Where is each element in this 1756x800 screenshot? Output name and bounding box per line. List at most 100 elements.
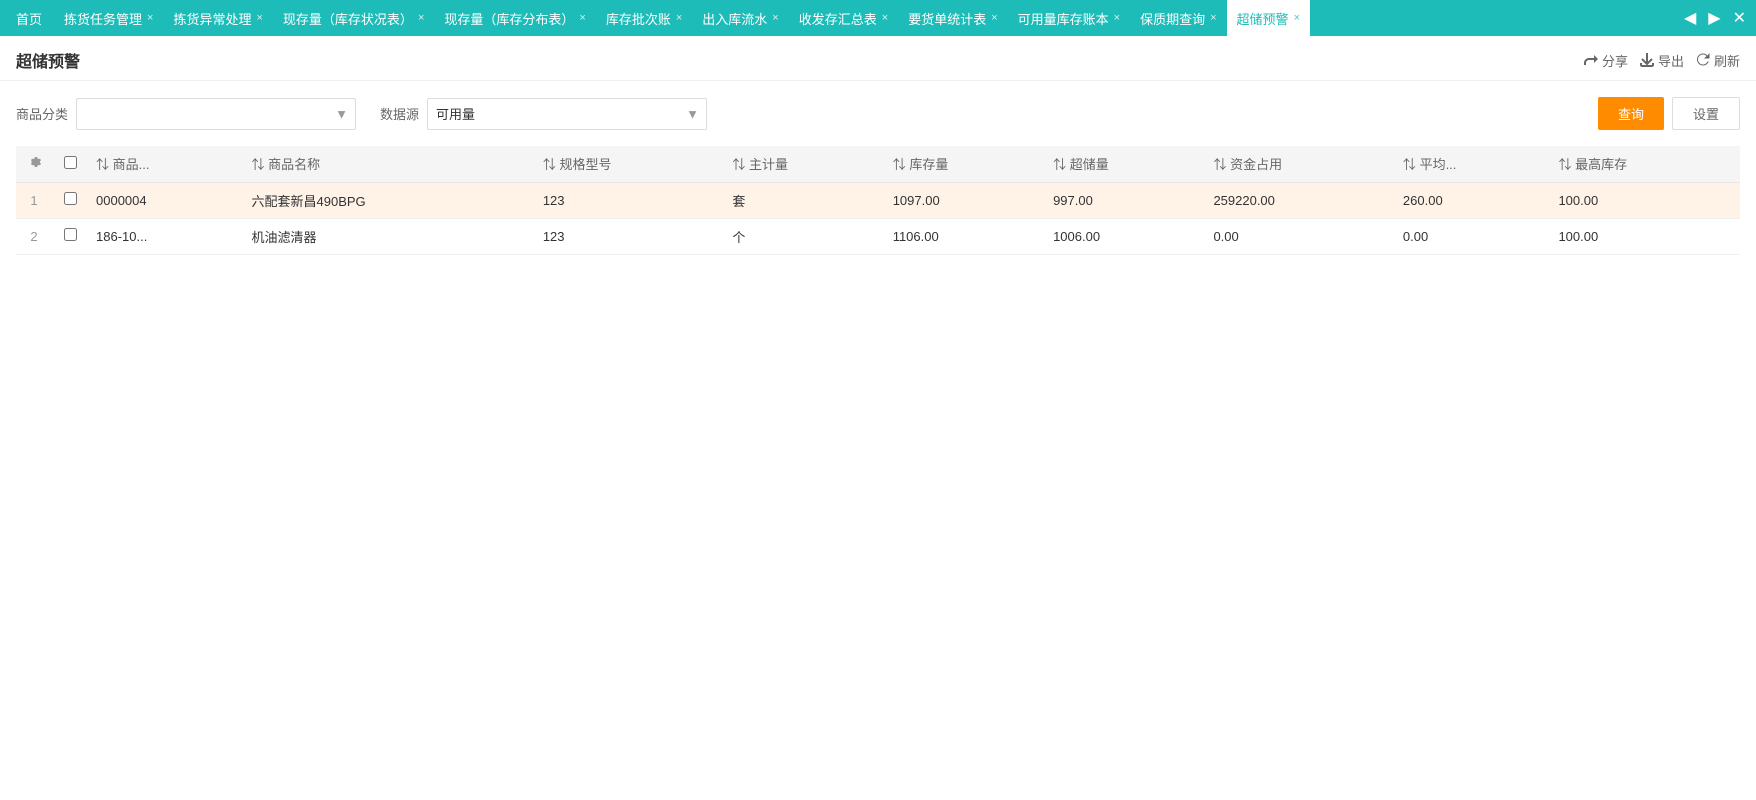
col-gear xyxy=(16,146,52,182)
share-icon xyxy=(1584,53,1598,67)
close-icon-5[interactable]: × xyxy=(772,12,778,24)
row-checkbox-1[interactable] xyxy=(64,228,77,241)
nav-home[interactable]: 首页 xyxy=(4,9,54,28)
header-actions: 分享 导出 刷新 xyxy=(1584,51,1740,70)
nav-tab-0[interactable]: 拣货任务管理 × xyxy=(54,0,163,36)
nav-tab-3[interactable]: 现存量（库存分布表） × xyxy=(434,0,595,36)
data-table: ⇅ 商品... ⇅ 商品名称 ⇅ 规格型号 ⇅ 主计量 xyxy=(16,146,1740,255)
page-container: 超储预警 分享 导出 刷新 商品 xyxy=(0,36,1756,800)
nav-tab-9[interactable]: 保质期查询 × xyxy=(1130,0,1226,36)
row-stock-1: 1106.00 xyxy=(885,218,1045,254)
settings-button[interactable]: 设置 xyxy=(1672,97,1740,130)
row-checkbox-cell-0 xyxy=(52,182,88,218)
sort-icon-overflow: ⇅ xyxy=(1053,157,1066,172)
row-product-name-0: 六配套新昌490BPG xyxy=(244,182,535,218)
close-icon-7[interactable]: × xyxy=(991,12,997,24)
row-num-1: 2 xyxy=(16,218,52,254)
filter-actions: 查询 设置 xyxy=(1598,97,1740,130)
datasource-filter-group: 数据源 ▼ xyxy=(380,98,707,130)
row-product-name-1: 机油滤清器 xyxy=(244,218,535,254)
col-avg[interactable]: ⇅ 平均... xyxy=(1395,146,1551,182)
row-product-code-0: 0000004 xyxy=(88,182,244,218)
query-button[interactable]: 查询 xyxy=(1598,97,1664,130)
row-product-code-1: 186-10... xyxy=(88,218,244,254)
row-num-0: 1 xyxy=(16,182,52,218)
sort-icon-stock: ⇅ xyxy=(893,157,906,172)
category-label: 商品分类 xyxy=(16,104,68,123)
nav-prev-arrow[interactable]: ◀ xyxy=(1678,0,1702,36)
category-input[interactable] xyxy=(76,98,356,130)
sort-icon-max: ⇅ xyxy=(1558,157,1571,172)
col-stock[interactable]: ⇅ 库存量 xyxy=(885,146,1045,182)
page-header: 超储预警 分享 导出 刷新 xyxy=(0,36,1756,81)
close-icon-6[interactable]: × xyxy=(882,12,888,24)
close-icon-2[interactable]: × xyxy=(418,12,424,24)
sort-icon-avg: ⇅ xyxy=(1403,157,1416,172)
nav-tab-7[interactable]: 要货单统计表 × xyxy=(898,0,1007,36)
row-unit-1: 个 xyxy=(724,218,884,254)
table-header-row: ⇅ 商品... ⇅ 商品名称 ⇅ 规格型号 ⇅ 主计量 xyxy=(16,146,1740,182)
page-title: 超储预警 xyxy=(16,48,80,72)
col-product-code[interactable]: ⇅ 商品... xyxy=(88,146,244,182)
col-max-stock[interactable]: ⇅ 最高库存 xyxy=(1550,146,1740,182)
col-product-name[interactable]: ⇅ 商品名称 xyxy=(244,146,535,182)
nav-tab-5[interactable]: 出入库流水 × xyxy=(692,0,788,36)
datasource-label: 数据源 xyxy=(380,104,419,123)
row-max-stock-1: 100.00 xyxy=(1550,218,1740,254)
close-icon-8[interactable]: × xyxy=(1114,12,1120,24)
export-icon xyxy=(1640,53,1654,67)
row-avg-0: 260.00 xyxy=(1395,182,1551,218)
close-icon-9[interactable]: × xyxy=(1210,12,1216,24)
table-body: 1 0000004 六配套新昌490BPG 123 套 1097.00 997.… xyxy=(16,182,1740,254)
export-button[interactable]: 导出 xyxy=(1640,51,1684,70)
nav-tab-2[interactable]: 现存量（库存状况表） × xyxy=(273,0,434,36)
nav-arrows: ◀ ▶ ✕ xyxy=(1678,0,1752,36)
refresh-button[interactable]: 刷新 xyxy=(1696,51,1740,70)
refresh-icon xyxy=(1696,53,1710,67)
row-stock-0: 1097.00 xyxy=(885,182,1045,218)
nav-next-arrow[interactable]: ▶ xyxy=(1702,0,1726,36)
row-checkbox-cell-1 xyxy=(52,218,88,254)
sort-icon-capital: ⇅ xyxy=(1213,157,1226,172)
row-overflow-0: 997.00 xyxy=(1045,182,1205,218)
table-container: ⇅ 商品... ⇅ 商品名称 ⇅ 规格型号 ⇅ 主计量 xyxy=(0,146,1756,255)
datasource-input[interactable] xyxy=(427,98,707,130)
col-overflow[interactable]: ⇅ 超储量 xyxy=(1045,146,1205,182)
col-spec[interactable]: ⇅ 规格型号 xyxy=(535,146,724,182)
row-capital-0: 259220.00 xyxy=(1205,182,1394,218)
close-icon-4[interactable]: × xyxy=(676,12,682,24)
filter-area: 商品分类 ▼ 数据源 ▼ 查询 设置 xyxy=(0,81,1756,138)
table-row: 2 186-10... 机油滤清器 123 个 1106.00 1006.00 … xyxy=(16,218,1740,254)
nav-tab-8[interactable]: 可用量库存账本 × xyxy=(1008,0,1130,36)
row-unit-0: 套 xyxy=(724,182,884,218)
row-avg-1: 0.00 xyxy=(1395,218,1551,254)
nav-tab-1[interactable]: 拣货异常处理 × xyxy=(163,0,272,36)
close-icon-1[interactable]: × xyxy=(256,12,262,24)
nav-tab-4[interactable]: 库存批次账 × xyxy=(596,0,692,36)
datasource-select-wrapper: ▼ xyxy=(427,98,707,130)
sort-icon-spec: ⇅ xyxy=(543,157,556,172)
col-unit[interactable]: ⇅ 主计量 xyxy=(724,146,884,182)
row-overflow-1: 1006.00 xyxy=(1045,218,1205,254)
close-icon-0[interactable]: × xyxy=(147,12,153,24)
top-nav: 首页 拣货任务管理 × 拣货异常处理 × 现存量（库存状况表） × 现存量（库存… xyxy=(0,0,1756,36)
row-checkbox-0[interactable] xyxy=(64,192,77,205)
row-capital-1: 0.00 xyxy=(1205,218,1394,254)
category-filter-group: 商品分类 ▼ xyxy=(16,98,356,130)
nav-tab-10[interactable]: 超储预警 × xyxy=(1227,0,1310,36)
table-row: 1 0000004 六配套新昌490BPG 123 套 1097.00 997.… xyxy=(16,182,1740,218)
nav-close-all[interactable]: ✕ xyxy=(1727,0,1752,36)
col-capital[interactable]: ⇅ 资金占用 xyxy=(1205,146,1394,182)
sort-icon-unit: ⇅ xyxy=(732,157,745,172)
nav-tab-6[interactable]: 收发存汇总表 × xyxy=(789,0,898,36)
sort-icon-name: ⇅ xyxy=(252,157,265,172)
sort-icon-code: ⇅ xyxy=(96,157,109,172)
close-icon-3[interactable]: × xyxy=(579,12,585,24)
select-all-checkbox[interactable] xyxy=(64,156,77,169)
category-select-wrapper: ▼ xyxy=(76,98,356,130)
gear-icon xyxy=(27,155,41,169)
close-icon-10[interactable]: × xyxy=(1294,12,1300,24)
row-max-stock-0: 100.00 xyxy=(1550,182,1740,218)
row-spec-1: 123 xyxy=(535,218,724,254)
share-button[interactable]: 分享 xyxy=(1584,51,1628,70)
